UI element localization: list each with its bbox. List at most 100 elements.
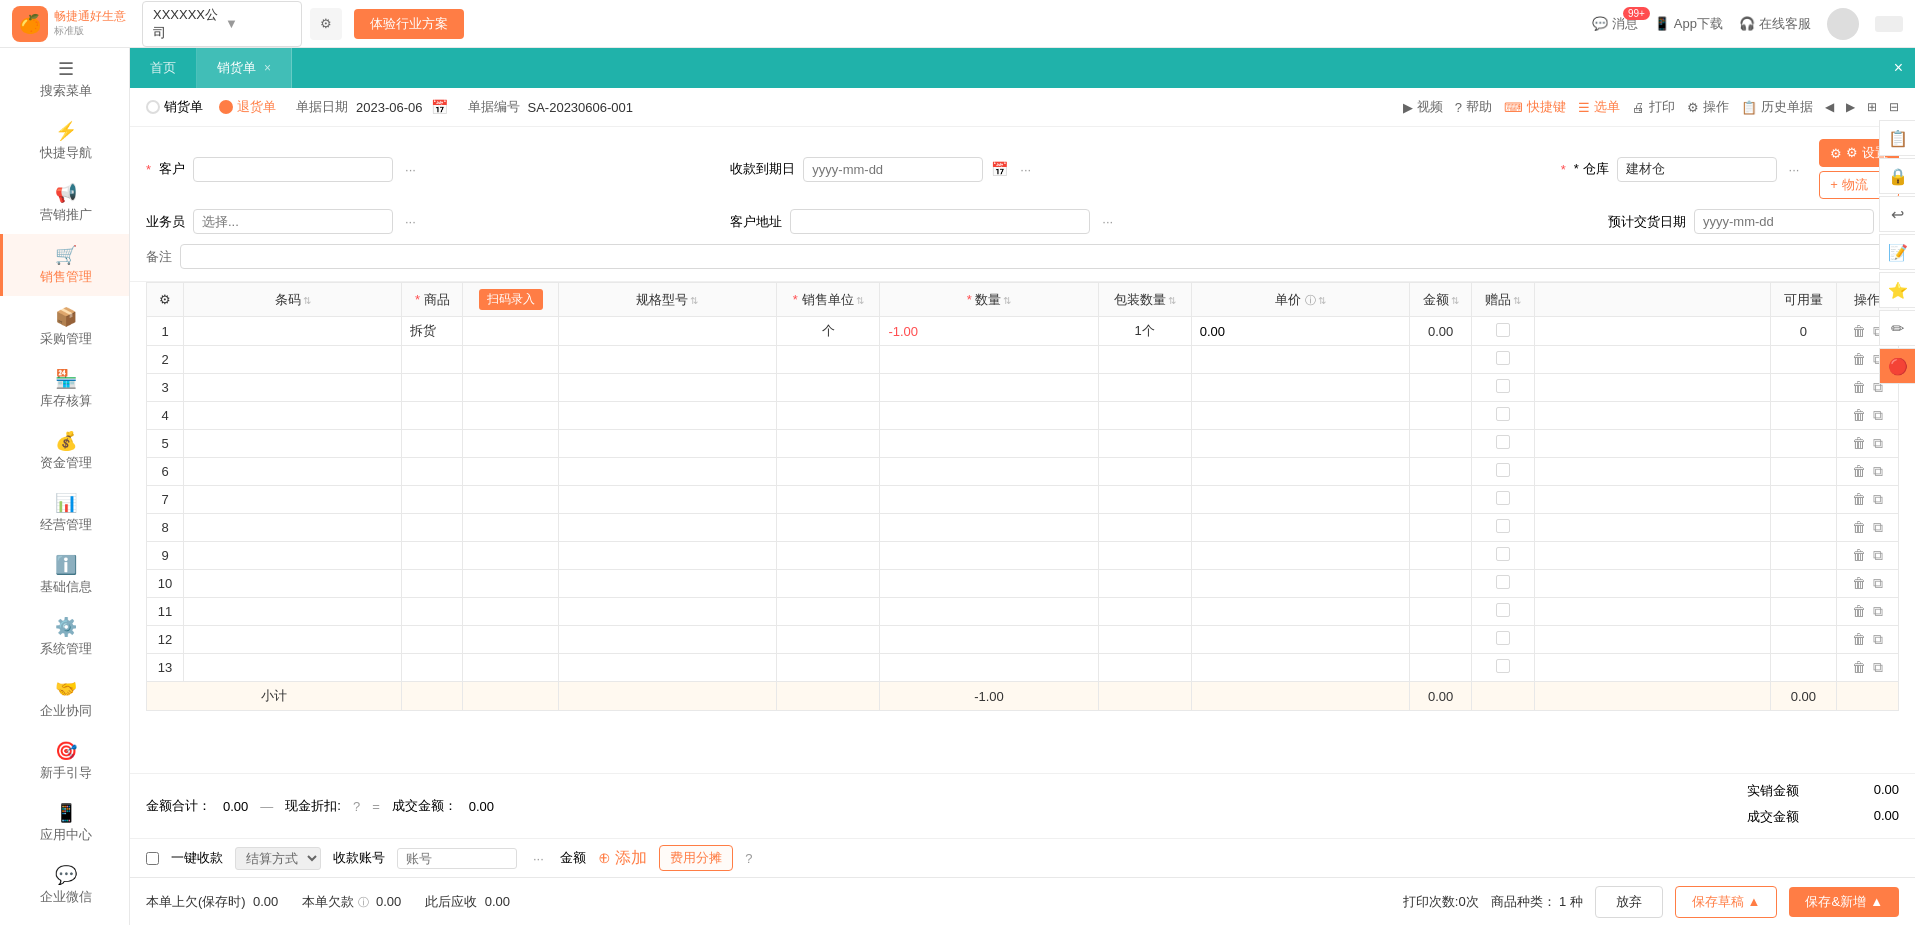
account-input[interactable] <box>397 848 517 869</box>
next-btn[interactable]: ▶ <box>1846 100 1855 114</box>
cell-spec[interactable] <box>558 346 776 374</box>
one-click-checkbox[interactable] <box>146 852 159 865</box>
sidebar-item-guide[interactable]: 🎯 新手引导 <box>0 730 129 792</box>
cell-gift[interactable] <box>1472 317 1535 346</box>
cell-price[interactable] <box>1191 514 1409 542</box>
cell-spec[interactable] <box>558 402 776 430</box>
copy-row-btn[interactable]: ⧉ <box>1873 491 1883 507</box>
th-settings[interactable]: ⚙ <box>147 283 184 317</box>
print-tool-btn[interactable]: 🖨 打印 <box>1632 98 1675 116</box>
delete-row-btn[interactable]: 🗑 <box>1852 631 1866 647</box>
cell-barcode[interactable] <box>184 542 402 570</box>
cell-memo[interactable] <box>1534 458 1770 486</box>
cell-price[interactable] <box>1191 317 1409 346</box>
grid-view-btn[interactable]: ⊟ <box>1889 100 1899 114</box>
sidebar-item-system[interactable]: ⚙️ 系统管理 <box>0 606 129 668</box>
cell-qty[interactable] <box>880 486 1098 514</box>
warehouse-more-btn[interactable]: ··· <box>1785 162 1804 177</box>
float-btn-6[interactable]: ✏ <box>1879 310 1915 346</box>
sidebar-item-basic[interactable]: ℹ️ 基础信息 <box>0 544 129 606</box>
cell-gift[interactable] <box>1472 654 1535 682</box>
cell-price[interactable] <box>1191 374 1409 402</box>
copy-row-btn[interactable]: ⧉ <box>1873 631 1883 647</box>
cell-barcode[interactable] <box>184 402 402 430</box>
copy-row-btn[interactable]: ⧉ <box>1873 519 1883 535</box>
cell-barcode[interactable] <box>184 458 402 486</box>
message-btn[interactable]: 💬 消息 99+ <box>1592 15 1638 33</box>
cell-barcode[interactable] <box>184 317 402 346</box>
notes-input[interactable] <box>180 244 1899 269</box>
due-date-calendar-icon[interactable]: 📅 <box>991 161 1008 177</box>
cell-price[interactable] <box>1191 598 1409 626</box>
discount-help-icon[interactable]: ? <box>353 799 360 814</box>
cell-qty[interactable] <box>880 598 1098 626</box>
video-tool-btn[interactable]: ▶ 视频 <box>1403 98 1443 116</box>
tab-close-icon[interactable]: × <box>264 61 271 75</box>
cell-memo[interactable] <box>1534 654 1770 682</box>
cell-price[interactable] <box>1191 458 1409 486</box>
sidebar-item-marketing[interactable]: 📢 营销推广 <box>0 172 129 234</box>
float-btn-7[interactable]: 🔴 <box>1879 348 1915 384</box>
warehouse-input[interactable] <box>1617 157 1777 182</box>
cell-spec[interactable] <box>558 458 776 486</box>
copy-row-btn[interactable]: ⧉ <box>1873 407 1883 423</box>
delete-row-btn[interactable]: 🗑 <box>1852 407 1866 423</box>
delete-row-btn[interactable]: 🗑 <box>1852 659 1866 675</box>
tab-home[interactable]: 首页 <box>130 48 197 88</box>
cell-spec[interactable] <box>558 317 776 346</box>
salesperson-input[interactable] <box>193 209 393 234</box>
cell-barcode[interactable] <box>184 570 402 598</box>
cell-qty[interactable] <box>880 514 1098 542</box>
list-view-btn[interactable]: ⊞ <box>1867 100 1877 114</box>
online-service-btn[interactable]: 🎧 在线客服 <box>1739 15 1811 33</box>
cell-barcode[interactable] <box>184 514 402 542</box>
cell-gift[interactable] <box>1472 402 1535 430</box>
tab-bar-close-btn[interactable]: × <box>1894 59 1915 77</box>
delete-row-btn[interactable]: 🗑 <box>1852 603 1866 619</box>
cell-price[interactable] <box>1191 346 1409 374</box>
cell-price[interactable] <box>1191 570 1409 598</box>
cell-gift[interactable] <box>1472 458 1535 486</box>
scan-input-btn[interactable]: 扫码录入 <box>479 289 543 310</box>
salesperson-more-btn[interactable]: ··· <box>401 214 420 229</box>
date-calendar-icon[interactable]: 📅 <box>431 99 448 115</box>
tab-sales-order[interactable]: 销货单 × <box>197 48 292 88</box>
cell-gift[interactable] <box>1472 514 1535 542</box>
float-btn-2[interactable]: 🔒 <box>1879 158 1915 194</box>
address-input[interactable] <box>790 209 1090 234</box>
cell-gift[interactable] <box>1472 346 1535 374</box>
sidebar-item-sales[interactable]: 🛒 销售管理 <box>0 234 129 296</box>
copy-row-btn[interactable]: ⧉ <box>1873 603 1883 619</box>
cell-barcode[interactable] <box>184 346 402 374</box>
cell-memo[interactable] <box>1534 542 1770 570</box>
cell-memo[interactable] <box>1534 374 1770 402</box>
cell-gift[interactable] <box>1472 542 1535 570</box>
float-btn-4[interactable]: 📝 <box>1879 234 1915 270</box>
delete-row-btn[interactable]: 🗑 <box>1852 491 1866 507</box>
sidebar-item-purchase[interactable]: 📦 采购管理 <box>0 296 129 358</box>
expected-date-input[interactable] <box>1694 209 1874 234</box>
add-payment-btn[interactable]: ⊕ 添加 <box>598 848 647 869</box>
cell-gift[interactable] <box>1472 598 1535 626</box>
cell-qty[interactable] <box>880 626 1098 654</box>
cell-qty[interactable] <box>880 346 1098 374</box>
address-more-btn[interactable]: ··· <box>1098 214 1117 229</box>
cell-memo[interactable] <box>1534 626 1770 654</box>
account-more-btn[interactable]: ··· <box>529 851 548 866</box>
sidebar-item-inventory[interactable]: 🏪 库存核算 <box>0 358 129 420</box>
cell-spec[interactable] <box>558 570 776 598</box>
cell-spec[interactable] <box>558 542 776 570</box>
cell-gift[interactable] <box>1472 374 1535 402</box>
cell-qty[interactable] <box>880 374 1098 402</box>
sidebar-item-shortcut[interactable]: ⚡ 快捷导航 <box>0 110 129 172</box>
cell-spec[interactable] <box>558 514 776 542</box>
customer-more-btn[interactable]: ··· <box>401 162 420 177</box>
due-date-input[interactable] <box>803 157 983 182</box>
cell-spec[interactable] <box>558 374 776 402</box>
cell-spec[interactable] <box>558 654 776 682</box>
cell-gift[interactable] <box>1472 430 1535 458</box>
sidebar-item-member[interactable]: 👑 畅会员 <box>0 916 129 925</box>
copy-row-btn[interactable]: ⧉ <box>1873 547 1883 563</box>
sidebar-item-apps[interactable]: 📱 应用中心 <box>0 792 129 854</box>
cell-memo[interactable] <box>1534 598 1770 626</box>
